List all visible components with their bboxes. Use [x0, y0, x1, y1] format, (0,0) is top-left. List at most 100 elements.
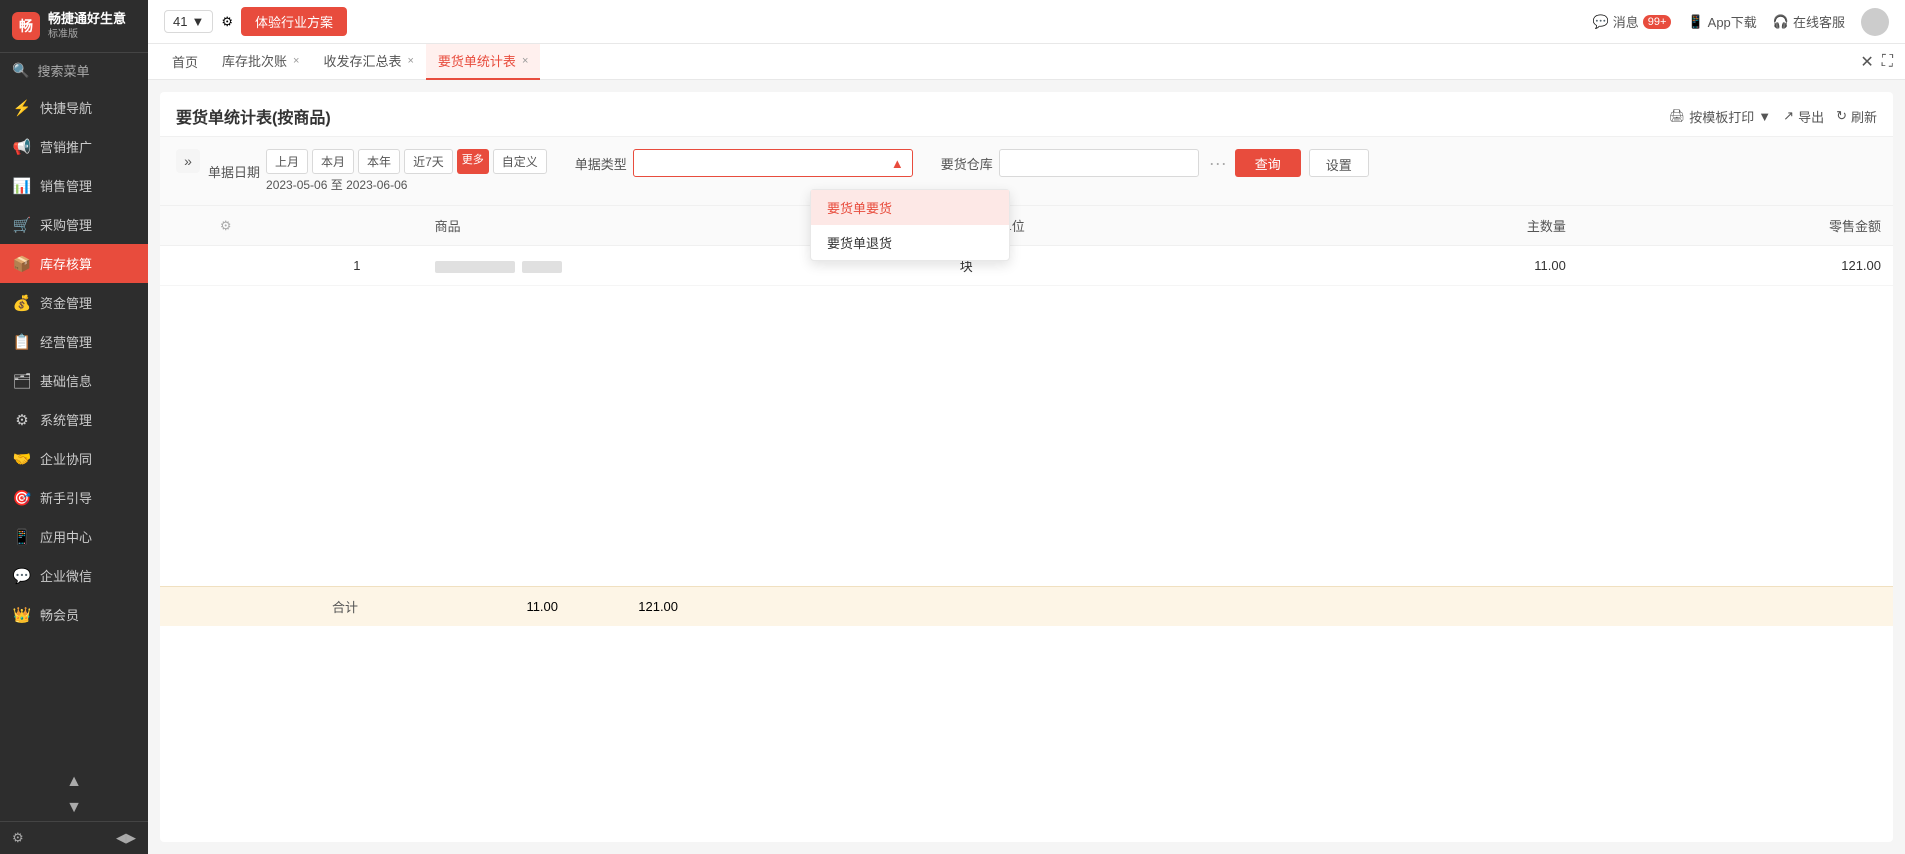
sidebar-label-sales: 销售管理 — [40, 176, 92, 195]
sidebar-item-appstore[interactable]: 📱应用中心 — [0, 517, 148, 556]
refresh-label: 刷新 — [1851, 107, 1877, 126]
sidebar-item-sales[interactable]: 📊 销售管理 — [0, 166, 148, 205]
type-select[interactable]: ▲ — [633, 149, 913, 177]
sidebar-item-quick-nav[interactable]: ⚡ 快捷导航 — [0, 88, 148, 127]
sidebar-icon-basic: 🗂 — [12, 372, 32, 390]
dropdown-item-0[interactable]: 要货单要货 — [811, 190, 1009, 225]
sidebar-item-wechat[interactable]: 💬企业微信 — [0, 556, 148, 595]
sidebar-scroll-down[interactable]: ▼ — [0, 795, 148, 821]
tab-bar-actions: ✕ ⛶ — [1860, 52, 1893, 72]
tab-home[interactable]: 首页 — [160, 44, 210, 80]
messages-item[interactable]: 💬 消息 99+ — [1593, 12, 1672, 31]
app-download-item[interactable]: 📱 App下载 — [1687, 12, 1756, 31]
query-btn[interactable]: 查询 — [1235, 149, 1301, 177]
date-btn-last-month[interactable]: 上月 — [266, 149, 308, 174]
settings-icon[interactable]: ⚙ — [12, 830, 24, 846]
collapse-icon[interactable]: ◀▶ — [116, 830, 136, 846]
sidebar-label-vip: 畅会员 — [40, 605, 79, 624]
online-service-label: 在线客服 — [1793, 12, 1845, 31]
sidebar-label-basic: 基础信息 — [40, 371, 92, 390]
settings-icon-header[interactable]: ⚙ — [221, 14, 233, 30]
page-title: 要货单统计表(按商品) — [176, 104, 331, 128]
tab-bar: 首页 库存批次账 × 收发存汇总表 × 要货单统计表 × ✕ ⛶ — [148, 44, 1905, 80]
print-btn[interactable]: 🖨 按模板打印 ▼ — [1669, 107, 1771, 126]
tab-inventory-batch[interactable]: 库存批次账 × — [210, 44, 311, 80]
messages-label: 消息 — [1613, 12, 1639, 31]
app-subtitle: 标准版 — [48, 28, 126, 42]
tab-receivable-close[interactable]: × — [407, 55, 413, 67]
table-empty-space — [160, 286, 1893, 586]
sidebar-scroll-up[interactable]: ▲ — [0, 769, 148, 795]
footer-amount: 121.00 — [598, 599, 678, 614]
row-amount: 121.00 — [1578, 246, 1893, 286]
sidebar-item-cooperation[interactable]: 🤝企业协同 — [0, 439, 148, 478]
refresh-btn[interactable]: ↻ 刷新 — [1836, 107, 1877, 126]
main-table: ⚙ 商品 主计量单位 主数量 零售金额 1 — [160, 206, 1893, 286]
th-qty: 主数量 — [1263, 206, 1578, 246]
sidebar-item-vip[interactable]: 👑 畅会员 — [0, 595, 148, 634]
export-icon: ↗ — [1783, 108, 1794, 124]
sidebar-icon-sales: 📊 — [12, 177, 32, 195]
warehouse-label: 要货仓库 — [941, 154, 993, 173]
date-btn-custom[interactable]: 自定义 — [493, 149, 547, 174]
sidebar-item-guide[interactable]: 🎯新手引导 — [0, 478, 148, 517]
tab-inventory-batch-close[interactable]: × — [293, 55, 299, 67]
print-label: 按模板打印 — [1689, 107, 1754, 126]
date-btn-7days[interactable]: 近7天 — [404, 149, 453, 174]
filter-expand-btn[interactable]: » — [176, 149, 200, 173]
sidebar-label-quick-nav: 快捷导航 — [40, 98, 92, 117]
table-head: ⚙ 商品 主计量单位 主数量 零售金额 — [160, 206, 1893, 246]
sidebar-label-cooperation: 企业协同 — [40, 449, 92, 468]
warehouse-input[interactable] — [999, 149, 1199, 177]
page-content: 要货单统计表(按商品) 🖨 按模板打印 ▼ ↗ 导出 ↻ — [148, 80, 1905, 854]
table-header-row: ⚙ 商品 主计量单位 主数量 零售金额 — [160, 206, 1893, 246]
date-btn-this-month[interactable]: 本月 — [312, 149, 354, 174]
user-avatar[interactable] — [1861, 8, 1889, 36]
sidebar-icon-system: ⚙ — [12, 411, 32, 429]
sidebar-item-operation[interactable]: 📋经营管理 — [0, 322, 148, 361]
sidebar-item-system[interactable]: ⚙系统管理 — [0, 400, 148, 439]
sidebar-icon-quick-nav: ⚡ — [12, 99, 32, 117]
tab-order-stats-close[interactable]: × — [522, 55, 528, 67]
sidebar-icon-vip: 👑 — [12, 606, 32, 624]
messages-badge: 99+ — [1643, 15, 1672, 29]
sidebar-item-purchase[interactable]: 🛒采购管理 — [0, 205, 148, 244]
sidebar-item-basic[interactable]: 🗂 基础信息 — [0, 361, 148, 400]
branch-selector[interactable]: 41 ▼ — [164, 10, 213, 33]
type-label: 单据类型 — [575, 154, 627, 173]
table-wrap: ⚙ 商品 主计量单位 主数量 零售金额 1 — [160, 206, 1893, 286]
page-card: 要货单统计表(按商品) 🖨 按模板打印 ▼ ↗ 导出 ↻ — [160, 92, 1893, 842]
warehouse-more-btn[interactable]: ··· — [1209, 153, 1227, 174]
dropdown-item-1[interactable]: 要货单退货 — [811, 225, 1009, 260]
export-btn[interactable]: ↗ 导出 — [1783, 107, 1824, 126]
tab-order-stats[interactable]: 要货单统计表 × — [426, 44, 540, 80]
sidebar-menu: ⚡ 快捷导航 📢营销推广 📊 销售管理 🛒采购管理📦库存核算💰资金管理📋经营管理 🗂 基础信息… — [0, 88, 148, 769]
settings-btn[interactable]: 设置 — [1309, 149, 1369, 177]
tab-inventory-batch-label: 库存批次账 — [222, 51, 287, 70]
date-more-badge[interactable]: 更多 — [457, 149, 489, 174]
app-title: 畅捷通好生意 — [48, 10, 126, 28]
filter-bar: » 单据日期 上月 本月 本年 近7天 更多 自定义 — [160, 137, 1893, 206]
tab-close-all-btn[interactable]: ✕ — [1860, 52, 1873, 72]
print-icon: 🖨 — [1669, 108, 1686, 124]
sidebar-icon-finance: 💰 — [12, 294, 32, 312]
online-service-item[interactable]: 🎧 在线客服 — [1773, 12, 1845, 31]
warehouse-filter-group: 要货仓库 ··· — [941, 149, 1227, 177]
date-btn-this-year[interactable]: 本年 — [358, 149, 400, 174]
sidebar-item-inventory[interactable]: 📦库存核算 — [0, 244, 148, 283]
tab-receivable[interactable]: 收发存汇总表 × — [311, 44, 425, 80]
sidebar-footer: ⚙ ◀▶ — [0, 821, 148, 854]
sidebar-label-appstore: 应用中心 — [40, 527, 92, 546]
table-row: 1 块 11.00 121.00 — [160, 246, 1893, 286]
sidebar-icon-marketing: 📢 — [12, 138, 32, 156]
industry-btn[interactable]: 体验行业方案 — [241, 7, 347, 36]
type-filter-group: 单据类型 ▲ — [575, 149, 913, 177]
th-settings[interactable]: ⚙ — [160, 206, 291, 246]
tab-fullscreen-btn[interactable]: ⛶ — [1882, 53, 1893, 71]
th-amount: 零售金额 — [1578, 206, 1893, 246]
sidebar-item-marketing[interactable]: 📢营销推广 — [0, 127, 148, 166]
export-label: 导出 — [1798, 107, 1824, 126]
sidebar-label-wechat: 企业微信 — [40, 566, 92, 585]
sidebar-search[interactable]: 🔍 搜索菜单 — [0, 53, 148, 88]
sidebar-item-finance[interactable]: 💰资金管理 — [0, 283, 148, 322]
